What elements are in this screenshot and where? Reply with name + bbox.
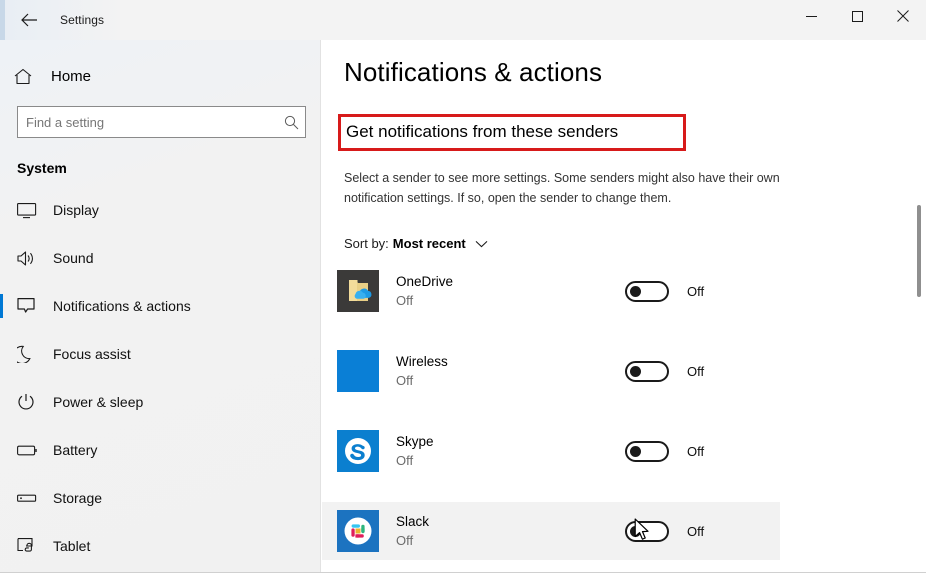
home-icon: [14, 68, 44, 85]
sidebar-item-label: Storage: [53, 490, 103, 506]
storage-icon: [17, 492, 45, 504]
sender-toggle-group: Off: [625, 520, 705, 542]
speaker-icon: [17, 250, 45, 267]
sidebar-item-notifications-and-actions[interactable]: Notifications & actions: [0, 282, 320, 330]
sender-state: Off: [396, 293, 414, 308]
notification-toggle[interactable]: [625, 280, 669, 302]
toggle-state-label: Off: [687, 283, 705, 299]
settings-window: Settings Home Find a setting System Disp…: [0, 0, 926, 573]
sidebar-category-title: System: [17, 160, 67, 176]
section-description: Select a sender to see more settings. So…: [344, 171, 780, 205]
minimize-icon: [805, 11, 817, 22]
search-icon: [277, 115, 305, 130]
toggle-state-label: Off: [687, 363, 705, 379]
sidebar-item-label: Display: [53, 202, 99, 218]
sidebar: Home System Display: [0, 40, 321, 573]
sidebar-item-sound[interactable]: Sound: [0, 234, 320, 282]
toggle-knob: [630, 445, 641, 457]
maximize-icon: [851, 10, 863, 22]
tablet-icon: [17, 537, 45, 555]
sender-text: Wireless Off: [396, 352, 448, 390]
sort-by-dropdown[interactable]: Sort by: Most recent: [344, 236, 488, 251]
main-scrollbar[interactable]: [912, 40, 926, 573]
sort-by-value: Most recent: [392, 236, 466, 251]
notification-toggle[interactable]: [625, 360, 669, 382]
toggle-state-label: Off: [687, 523, 705, 539]
sender-row-onedrive[interactable]: OneDrive Off Off: [322, 262, 926, 320]
scrollbar-thumb[interactable]: [917, 205, 921, 297]
onedrive-icon: [337, 270, 379, 312]
sender-list: OneDrive Off Off Wireless Off Off Skype …: [322, 262, 926, 573]
sender-row-wireless[interactable]: Wireless Off Off: [322, 342, 926, 400]
search-box[interactable]: [17, 106, 306, 138]
sidebar-item-label: Notifications & actions: [53, 298, 191, 314]
sidebar-item-label: Sound: [53, 250, 94, 266]
sender-name: Wireless: [396, 354, 448, 369]
slack-icon: [337, 510, 379, 552]
sender-text: Skype Off: [396, 432, 434, 470]
sender-name: Slack: [396, 514, 430, 529]
sidebar-item-label: Battery: [53, 442, 98, 458]
sender-state: Off: [396, 453, 414, 468]
moon-icon: [17, 345, 45, 363]
minimize-button[interactable]: [788, 0, 834, 32]
sidebar-nav: Display Sound Notifications & actions Fo…: [0, 186, 320, 570]
toggle-knob: [630, 365, 641, 377]
sidebar-item-power-and-sleep[interactable]: Power & sleep: [0, 378, 320, 426]
sender-toggle-group: Off: [625, 280, 705, 302]
notification-bubble-icon: [17, 297, 45, 315]
sender-state: Off: [396, 373, 414, 388]
sidebar-item-label: Power & sleep: [53, 394, 144, 410]
back-button[interactable]: [6, 4, 52, 36]
notification-toggle[interactable]: [625, 440, 669, 462]
battery-icon: [17, 444, 45, 457]
sender-row-skype[interactable]: Skype Off Off: [322, 422, 926, 480]
sidebar-item-display[interactable]: Display: [0, 186, 320, 234]
sender-row-slack[interactable]: Slack Off Off: [322, 502, 780, 560]
sidebar-item-focus-assist[interactable]: Focus assist: [0, 330, 320, 378]
skype-icon: [337, 430, 379, 472]
close-button[interactable]: [880, 0, 926, 32]
sidebar-item-home[interactable]: Home: [0, 60, 320, 92]
sidebar-home-label: Home: [51, 67, 92, 85]
window-controls: [788, 0, 926, 40]
sender-name: Skype: [396, 434, 434, 449]
toggle-state-label: Off: [687, 443, 705, 459]
sender-text: Slack Off: [396, 512, 429, 550]
title-bar: Settings: [0, 0, 926, 40]
title-bar-accent-edge: [0, 0, 5, 40]
close-icon: [897, 10, 909, 22]
toggle-knob: [630, 525, 641, 537]
wireless-icon: [337, 350, 379, 392]
sidebar-item-tablet[interactable]: Tablet: [0, 522, 320, 570]
sidebar-item-battery[interactable]: Battery: [0, 426, 320, 474]
sender-state: Off: [396, 533, 414, 548]
window-title: Settings: [60, 13, 105, 27]
monitor-icon: [17, 202, 45, 219]
sidebar-item-label: Tablet: [53, 538, 91, 554]
sender-toggle-group: Off: [625, 440, 705, 462]
sidebar-item-storage[interactable]: Storage: [0, 474, 320, 522]
maximize-button[interactable]: [834, 0, 880, 32]
toggle-knob: [630, 285, 641, 297]
sidebar-item-label: Focus assist: [53, 346, 131, 362]
sender-text: OneDrive Off: [396, 272, 453, 310]
sender-name: OneDrive: [396, 274, 454, 289]
main-content: Notifications & actions Get notification…: [322, 40, 926, 573]
section-heading: Get notifications from these senders: [346, 122, 619, 141]
notification-toggle[interactable]: [625, 520, 669, 542]
search-input[interactable]: [18, 107, 277, 137]
page-title: Notifications & actions: [344, 57, 603, 87]
chevron-down-icon: [475, 240, 488, 248]
sort-by-label: Sort by:: [344, 236, 389, 251]
back-arrow-icon: [20, 13, 38, 27]
power-icon: [17, 393, 45, 411]
sender-toggle-group: Off: [625, 360, 705, 382]
